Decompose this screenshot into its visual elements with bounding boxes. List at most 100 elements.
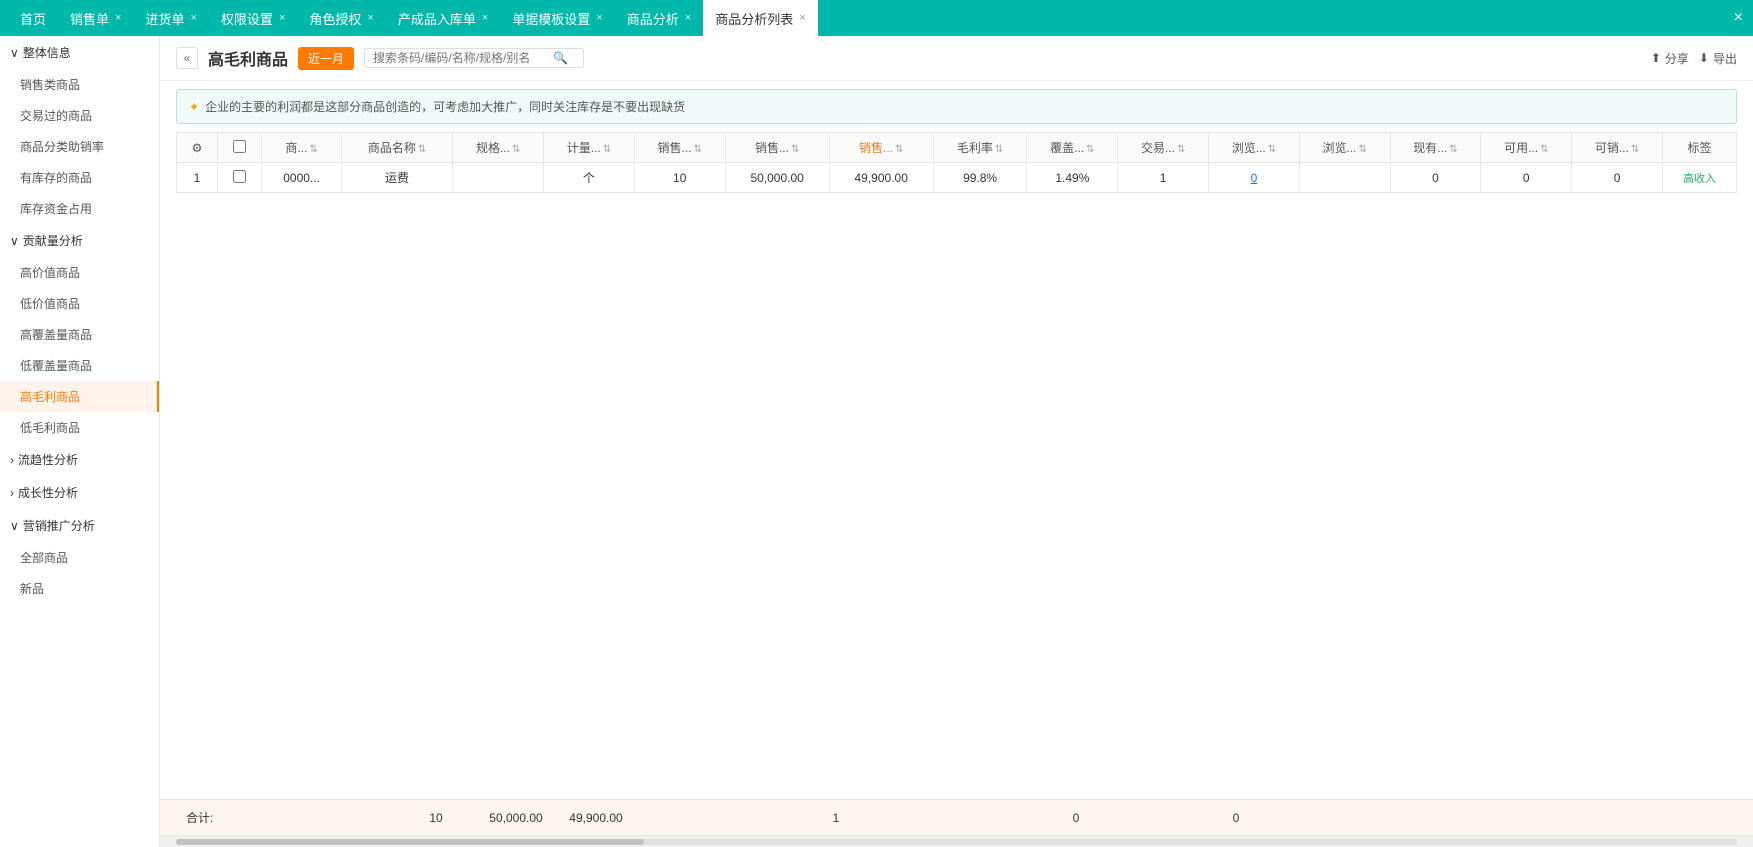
data-table: ⚙ 商...⇅ 商品名称⇅ 规格...⇅ 计量...⇅ 销售...⇅ 销售...… bbox=[176, 132, 1737, 193]
nav-home[interactable]: 首页 bbox=[8, 0, 58, 36]
table-row: 1 0000... 运费 个 10 50,000.00 49,900.00 99… bbox=[177, 163, 1737, 193]
table-header-row: ⚙ 商...⇅ 商品名称⇅ 规格...⇅ 计量...⇅ 销售...⇅ 销售...… bbox=[177, 133, 1737, 163]
col-sellable[interactable]: 可销...⇅ bbox=[1572, 133, 1663, 163]
horizontal-scrollbar[interactable] bbox=[160, 835, 1753, 847]
scrollbar-track[interactable] bbox=[176, 839, 1737, 845]
cell-checkbox[interactable] bbox=[218, 163, 262, 193]
nav-template[interactable]: 单据模板设置 × bbox=[500, 0, 614, 36]
share-button[interactable]: ⬆ 分享 bbox=[1651, 50, 1689, 67]
cell-browse1[interactable]: 0 bbox=[1209, 163, 1300, 193]
filter-period-button[interactable]: 近一月 bbox=[298, 47, 354, 70]
sidebar-item-high-value[interactable]: 高价值商品 bbox=[0, 257, 159, 288]
sidebar-item-new-goods[interactable]: 新品 bbox=[0, 573, 159, 604]
footer-sales-amount: 50,000.00 bbox=[476, 811, 556, 825]
cell-sales-amount: 50,000.00 bbox=[725, 163, 829, 193]
content-header: « 高毛利商品 近一月 🔍 ⬆ 分享 ⬇ 导出 bbox=[160, 36, 1753, 81]
sidebar-item-category-rate[interactable]: 商品分类助销率 bbox=[0, 131, 159, 162]
col-browse1[interactable]: 浏览...⇅ bbox=[1209, 133, 1300, 163]
export-icon: ⬇ bbox=[1699, 51, 1709, 65]
footer-label: 合计: bbox=[176, 809, 396, 826]
nav-permission[interactable]: 权限设置 × bbox=[209, 0, 297, 36]
cell-current-stock: 0 bbox=[1390, 163, 1481, 193]
header-actions: ⬆ 分享 ⬇ 导出 bbox=[1651, 50, 1737, 67]
sidebar-item-all-goods[interactable]: 全部商品 bbox=[0, 542, 159, 573]
cell-coverage: 1.49% bbox=[1027, 163, 1118, 193]
col-trade[interactable]: 交易...⇅ bbox=[1118, 133, 1209, 163]
col-sales-qty[interactable]: 销售...⇅ bbox=[634, 133, 725, 163]
close-sales-tab[interactable]: × bbox=[115, 12, 121, 24]
share-icon: ⬆ bbox=[1651, 51, 1661, 65]
footer-sales-qty: 10 bbox=[396, 811, 476, 825]
sidebar-item-traded-goods[interactable]: 交易过的商品 bbox=[0, 100, 159, 131]
col-available[interactable]: 可用...⇅ bbox=[1481, 133, 1572, 163]
sidebar-item-low-value[interactable]: 低价值商品 bbox=[0, 288, 159, 319]
sidebar-item-low-margin[interactable]: 低毛利商品 bbox=[0, 412, 159, 443]
close-permission-tab[interactable]: × bbox=[279, 12, 285, 24]
col-spec[interactable]: 规格...⇅ bbox=[453, 133, 544, 163]
nav-analysis-list[interactable]: 商品分析列表 × bbox=[703, 0, 817, 36]
nav-product-storage[interactable]: 产成品入库单 × bbox=[386, 0, 500, 36]
col-sales-cost[interactable]: 销售...⇅ bbox=[829, 133, 933, 163]
cell-index: 1 bbox=[177, 163, 218, 193]
collapse-sidebar-button[interactable]: « bbox=[176, 47, 198, 69]
sidebar-item-low-coverage[interactable]: 低覆盖量商品 bbox=[0, 350, 159, 381]
col-margin-rate[interactable]: 毛利率⇅ bbox=[933, 133, 1027, 163]
col-code[interactable]: 商...⇅ bbox=[262, 133, 341, 163]
scrollbar-thumb[interactable] bbox=[176, 839, 644, 845]
search-input[interactable] bbox=[373, 51, 553, 65]
col-browse2[interactable]: 浏览...⇅ bbox=[1299, 133, 1390, 163]
cell-code: 0000... bbox=[262, 163, 341, 193]
close-all-tabs[interactable]: × bbox=[1734, 9, 1743, 27]
cell-available: 0 bbox=[1481, 163, 1572, 193]
cell-sellable: 0 bbox=[1572, 163, 1663, 193]
col-current-stock[interactable]: 现有...⇅ bbox=[1390, 133, 1481, 163]
footer-sellable: 0 bbox=[1196, 811, 1276, 825]
close-role-tab[interactable]: × bbox=[367, 12, 373, 24]
footer-coverage bbox=[716, 811, 796, 825]
select-all-checkbox[interactable] bbox=[233, 140, 246, 153]
search-icon[interactable]: 🔍 bbox=[553, 51, 568, 65]
page-title: 高毛利商品 bbox=[208, 46, 288, 70]
col-tag[interactable]: 标签 bbox=[1662, 133, 1736, 163]
footer-current-stock: 0 bbox=[1036, 811, 1116, 825]
sidebar-group-flow[interactable]: › 流趋性分析 bbox=[0, 443, 159, 476]
close-purchase-tab[interactable]: × bbox=[190, 12, 196, 24]
footer-available bbox=[1116, 811, 1196, 825]
close-analysis-list-tab[interactable]: × bbox=[799, 12, 805, 24]
cell-browse2 bbox=[1299, 163, 1390, 193]
nav-role[interactable]: 角色授权 × bbox=[297, 0, 385, 36]
col-sales-amount[interactable]: 销售...⇅ bbox=[725, 133, 829, 163]
export-button[interactable]: ⬇ 导出 bbox=[1699, 50, 1737, 67]
sidebar-item-stock-capital[interactable]: 库存资金占用 bbox=[0, 193, 159, 224]
col-name[interactable]: 商品名称⇅ bbox=[341, 133, 452, 163]
sidebar-group-contribution[interactable]: ∨ 贡献量分析 bbox=[0, 224, 159, 257]
footer-browse2 bbox=[956, 811, 1036, 825]
cell-name: 运费 bbox=[341, 163, 452, 193]
sidebar-group-marketing[interactable]: ∨ 营销推广分析 bbox=[0, 509, 159, 542]
sidebar-item-high-coverage[interactable]: 高覆盖量商品 bbox=[0, 319, 159, 350]
col-checkbox[interactable] bbox=[218, 133, 262, 163]
col-unit[interactable]: 计量...⇅ bbox=[544, 133, 635, 163]
sidebar-item-sales-goods[interactable]: 销售类商品 bbox=[0, 69, 159, 100]
nav-product-analysis[interactable]: 商品分析 × bbox=[615, 0, 703, 36]
cell-sales-cost: 49,900.00 bbox=[829, 163, 933, 193]
cell-tag: 高收入 bbox=[1662, 163, 1736, 193]
cell-sales-qty: 10 bbox=[634, 163, 725, 193]
table-container[interactable]: ⚙ 商...⇅ 商品名称⇅ 规格...⇅ 计量...⇅ 销售...⇅ 销售...… bbox=[160, 132, 1753, 799]
close-product-storage-tab[interactable]: × bbox=[482, 12, 488, 24]
col-coverage[interactable]: 覆盖...⇅ bbox=[1027, 133, 1118, 163]
content-area: « 高毛利商品 近一月 🔍 ⬆ 分享 ⬇ 导出 ✦ 企业的主要的利润都是这部 bbox=[160, 36, 1753, 847]
close-template-tab[interactable]: × bbox=[596, 12, 602, 24]
sidebar-group-growth[interactable]: › 成长性分析 bbox=[0, 476, 159, 509]
close-analysis-tab[interactable]: × bbox=[685, 12, 691, 24]
nav-purchase[interactable]: 进货单 × bbox=[133, 0, 208, 36]
row-checkbox[interactable] bbox=[233, 170, 246, 183]
sidebar-group-overall[interactable]: ∨ 整体信息 bbox=[0, 36, 159, 69]
footer-values: 10 50,000.00 49,900.00 1 0 0 bbox=[396, 811, 1737, 825]
sidebar-item-in-stock[interactable]: 有库存的商品 bbox=[0, 162, 159, 193]
nav-sales[interactable]: 销售单 × bbox=[58, 0, 133, 36]
col-settings[interactable]: ⚙ bbox=[177, 133, 218, 163]
footer-trade: 1 bbox=[796, 811, 876, 825]
sidebar-item-high-margin[interactable]: 高毛利商品 bbox=[0, 381, 159, 412]
footer-browse1 bbox=[876, 811, 956, 825]
